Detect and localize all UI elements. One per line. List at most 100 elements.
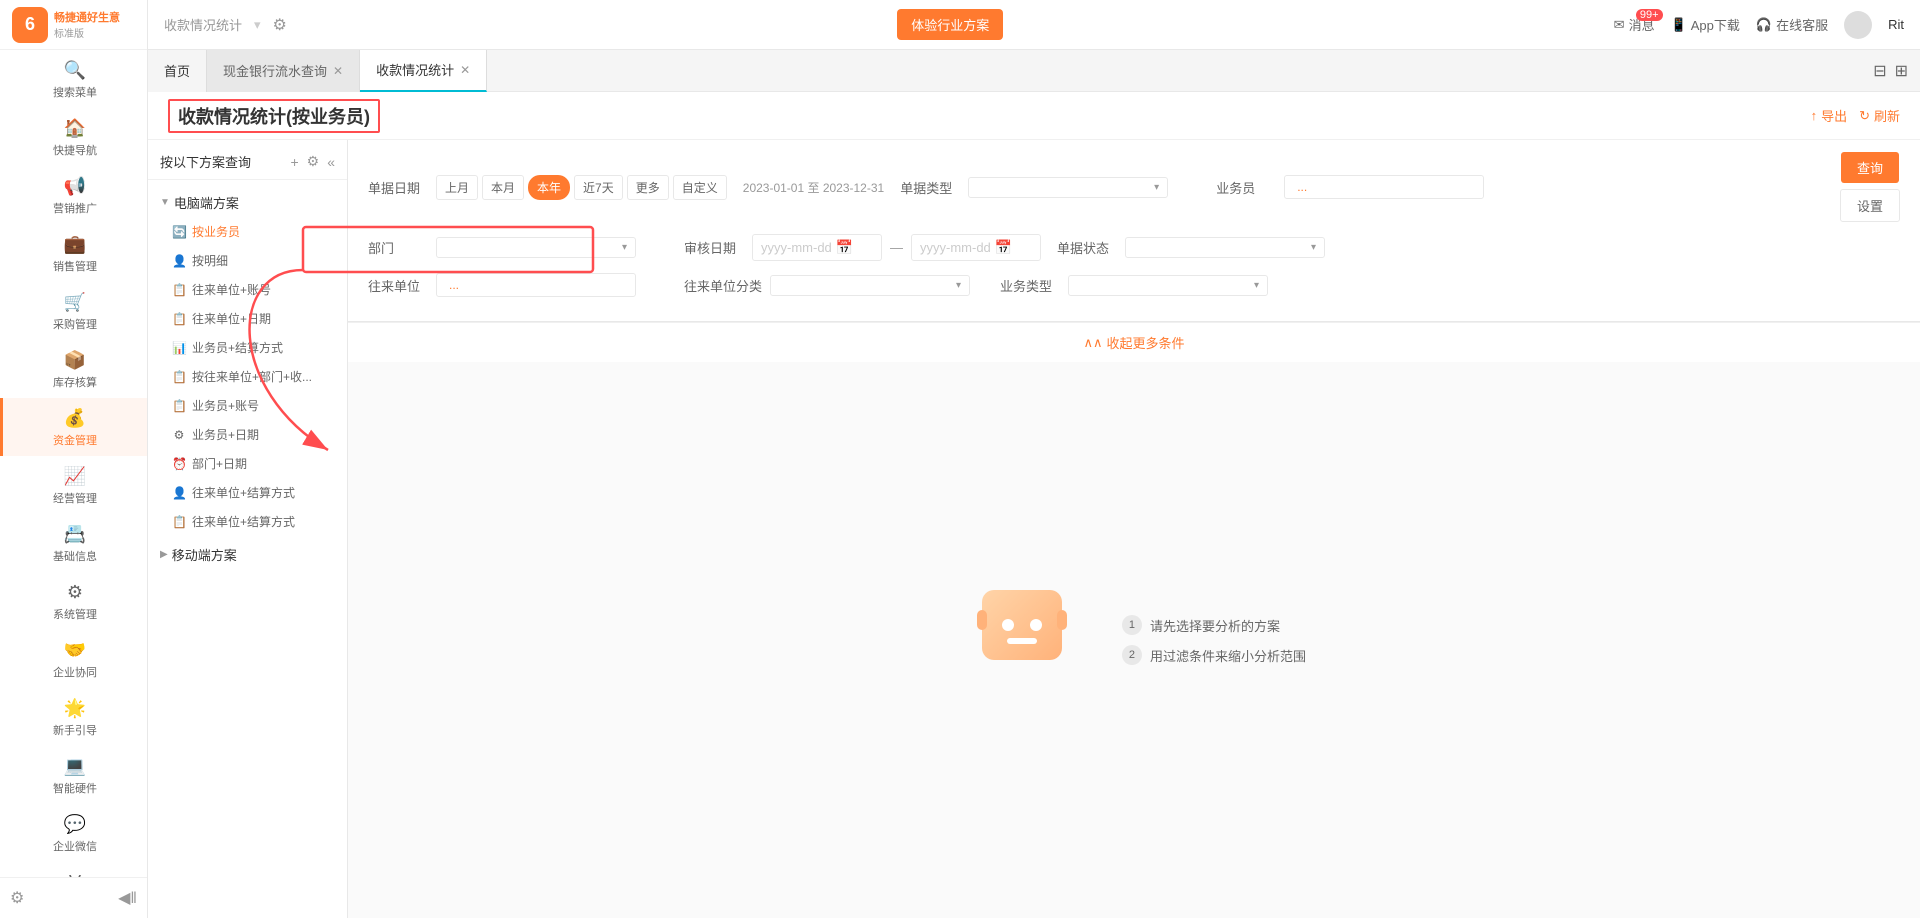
tree-item-unit-payment2[interactable]: 📋 往来单位+结算方式 — [148, 507, 347, 536]
tab-home-label: 首页 — [164, 61, 190, 80]
counterpart-category-select[interactable]: ▾ — [770, 275, 970, 296]
tree-item-unit-dept[interactable]: 📋 按往来单位+部门+收... — [148, 362, 347, 391]
salesman-select[interactable]: ... — [1284, 175, 1484, 199]
header-icon-group: ✉ 消息 99+ 📱 App下载 🎧 在线客服 Rit — [1614, 11, 1904, 39]
tree-item-salesman-date[interactable]: ⚙ 业务员+日期 — [148, 420, 347, 449]
doc-type-select[interactable]: ▾ — [968, 177, 1168, 198]
tab-collection-close[interactable]: ✕ — [460, 63, 470, 77]
refresh-button[interactable]: ↻ 刷新 — [1859, 106, 1900, 125]
sidebar-item-search[interactable]: 🔍 搜索菜单 — [0, 50, 147, 108]
tree-group-desktop-label[interactable]: ▼ 电脑端方案 — [148, 188, 347, 217]
sidebar-item-basic-info[interactable]: 📇 基础信息 — [0, 514, 147, 572]
sidebar-item-operations[interactable]: 📈 经营管理 — [0, 456, 147, 514]
biz-type-select[interactable]: ▾ — [1068, 275, 1268, 296]
biz-type-chevron: ▾ — [1254, 280, 1259, 291]
settings-bottom-icon[interactable]: ⚙ — [10, 888, 24, 908]
sidebar-item-system[interactable]: ⚙ 系统管理 — [0, 572, 147, 630]
tree-item-label: 业务员+结算方式 — [192, 339, 283, 356]
filter-counterpart-item: 往来单位 ... — [368, 273, 668, 297]
user-avatar[interactable] — [1844, 11, 1872, 39]
tab-minimize-icon[interactable]: ⊟ — [1873, 61, 1886, 81]
date-btn-this-month[interactable]: 本月 — [482, 175, 524, 200]
date-btn-custom[interactable]: 自定义 — [673, 175, 727, 200]
salesman-date-icon: ⚙ — [172, 428, 186, 442]
unit-dept-icon: 📋 — [172, 370, 186, 384]
wechat-icon: 💬 — [64, 814, 86, 835]
left-panel-header: 按以下方案查询 + ⚙ « — [148, 140, 347, 180]
review-date-end[interactable]: yyyy-mm-dd 📅 — [911, 234, 1041, 261]
user-name: Rit — [1888, 17, 1904, 32]
filter-date-item: 单据日期 上月 本月 本年 近7天 更多 自定义 2023-01-01 至 20… — [368, 175, 884, 200]
sidebar-item-guide[interactable]: 🌟 新手引导 — [0, 688, 147, 746]
sidebar-item-wechat[interactable]: 💬 企业微信 — [0, 804, 147, 862]
sidebar-item-finance[interactable]: 💰 资金管理 — [0, 398, 147, 456]
counterpart-more-icon[interactable]: ... — [449, 278, 459, 292]
message-icon: ✉ — [1614, 17, 1625, 33]
sidebar-item-member[interactable]: V 畅会员 — [0, 862, 147, 877]
date-group: 上月 本月 本年 近7天 更多 自定义 — [436, 175, 727, 200]
tab-bank-flow[interactable]: 现金银行流水查询 ✕ — [207, 50, 360, 92]
filter-biz-type-item: 业务类型 ▾ — [1000, 275, 1300, 296]
date-btn-more[interactable]: 更多 — [627, 175, 669, 200]
main-area: 收款情况统计 ▾ ⚙ 体验行业方案 ✉ 消息 99+ 📱 App下载 🎧 在线客… — [148, 0, 1920, 918]
tab-collection[interactable]: 收款情况统计 ✕ — [360, 50, 487, 92]
trial-button[interactable]: 体验行业方案 — [897, 9, 1003, 40]
calendar-icon-start[interactable]: 📅 — [836, 239, 853, 256]
add-scheme-icon[interactable]: + — [290, 154, 298, 170]
tab-maximize-icon[interactable]: ⊞ — [1895, 61, 1908, 81]
tree-item-unit-payment1[interactable]: 👤 往来单位+结算方式 — [148, 478, 347, 507]
collapse-label: 收起更多条件 — [1107, 333, 1185, 352]
sidebar-item-hardware[interactable]: 💻 智能硬件 — [0, 746, 147, 804]
breadcrumb: 收款情况统计 — [164, 15, 242, 34]
date-btn-last-month[interactable]: 上月 — [436, 175, 478, 200]
inventory-icon: 📦 — [64, 350, 86, 371]
tree-item-unit-date[interactable]: 📋 往来单位+日期 — [148, 304, 347, 333]
tree-group-mobile-label[interactable]: ▶ 移动端方案 — [148, 540, 347, 569]
left-panel-icons: + ⚙ « — [290, 153, 335, 170]
tree-item-unit-account[interactable]: 📋 往来单位+账号 — [148, 275, 347, 304]
empty-robot — [962, 590, 1082, 690]
sidebar-item-marketing[interactable]: 📢 营销推广 — [0, 166, 147, 224]
tree-item-salesman-payment[interactable]: 📊 业务员+结算方式 — [148, 333, 347, 362]
tab-home[interactable]: 首页 — [148, 50, 207, 92]
settings-header-icon[interactable]: ⚙ — [273, 15, 287, 35]
empty-content: 1 请先选择要分析的方案 2 用过滤条件来缩小分析范围 — [962, 590, 1306, 690]
app-download-area[interactable]: 📱 App下载 — [1671, 15, 1740, 34]
tree-group-desktop: ▼ 电脑端方案 🔄 按业务员 👤 按明细 — [148, 188, 347, 536]
counterpart-select[interactable]: ... — [436, 273, 636, 297]
calendar-icon-end[interactable]: 📅 — [995, 239, 1012, 256]
page-content: 收款情况统计(按业务员) ↑ 导出 ↻ 刷新 按以下方案查询 — [148, 92, 1920, 918]
sidebar-item-purchase[interactable]: 🛒 采购管理 — [0, 282, 147, 340]
sidebar-item-inventory[interactable]: 📦 库存核算 — [0, 340, 147, 398]
collapse-panel-icon[interactable]: « — [327, 154, 335, 170]
tree-item-label: 按明细 — [192, 252, 228, 269]
online-service-area[interactable]: 🎧 在线客服 — [1756, 15, 1828, 34]
export-button[interactable]: ↑ 导出 — [1811, 106, 1848, 125]
collapse-bar[interactable]: ∧∧ 收起更多条件 — [348, 322, 1920, 362]
sidebar-item-label: 基础信息 — [53, 548, 97, 564]
filter-doc-status-item: 单据状态 ▾ — [1057, 237, 1357, 258]
doc-status-select[interactable]: ▾ — [1125, 237, 1325, 258]
messages-area[interactable]: ✉ 消息 99+ — [1614, 15, 1655, 34]
sidebar-item-sales[interactable]: 💼 销售管理 — [0, 224, 147, 282]
dept-select[interactable]: ▾ — [436, 237, 636, 258]
tree-item-by-salesman[interactable]: 🔄 按业务员 — [148, 217, 347, 246]
tab-bank-flow-close[interactable]: ✕ — [333, 64, 343, 78]
tree-item-dept-date[interactable]: ⏰ 部门+日期 — [148, 449, 347, 478]
tree-item-salesman-account[interactable]: 📋 业务员+账号 — [148, 391, 347, 420]
sidebar-item-enterprise[interactable]: 🤝 企业协同 — [0, 630, 147, 688]
tree-item-label: 往来单位+日期 — [192, 310, 271, 327]
system-icon: ⚙ — [67, 582, 83, 603]
scheme-settings-icon[interactable]: ⚙ — [307, 153, 320, 170]
review-date-start[interactable]: yyyy-mm-dd 📅 — [752, 234, 882, 261]
query-button[interactable]: 查询 — [1841, 152, 1899, 183]
tree-item-by-detail[interactable]: 👤 按明细 — [148, 246, 347, 275]
date-btn-last-7[interactable]: 近7天 — [574, 175, 623, 200]
right-filter: 单据日期 上月 本月 本年 近7天 更多 自定义 2023-01-01 至 20… — [348, 140, 1920, 918]
date-btn-this-year[interactable]: 本年 — [528, 175, 570, 200]
salesman-more-icon[interactable]: ... — [1297, 180, 1307, 194]
settings-button[interactable]: 设置 — [1840, 189, 1900, 222]
salesman-icon: 🔄 — [172, 225, 186, 239]
sidebar-item-quick-nav[interactable]: 🏠 快捷导航 — [0, 108, 147, 166]
collapse-sidebar-icon[interactable]: ◀‖ — [118, 888, 137, 908]
